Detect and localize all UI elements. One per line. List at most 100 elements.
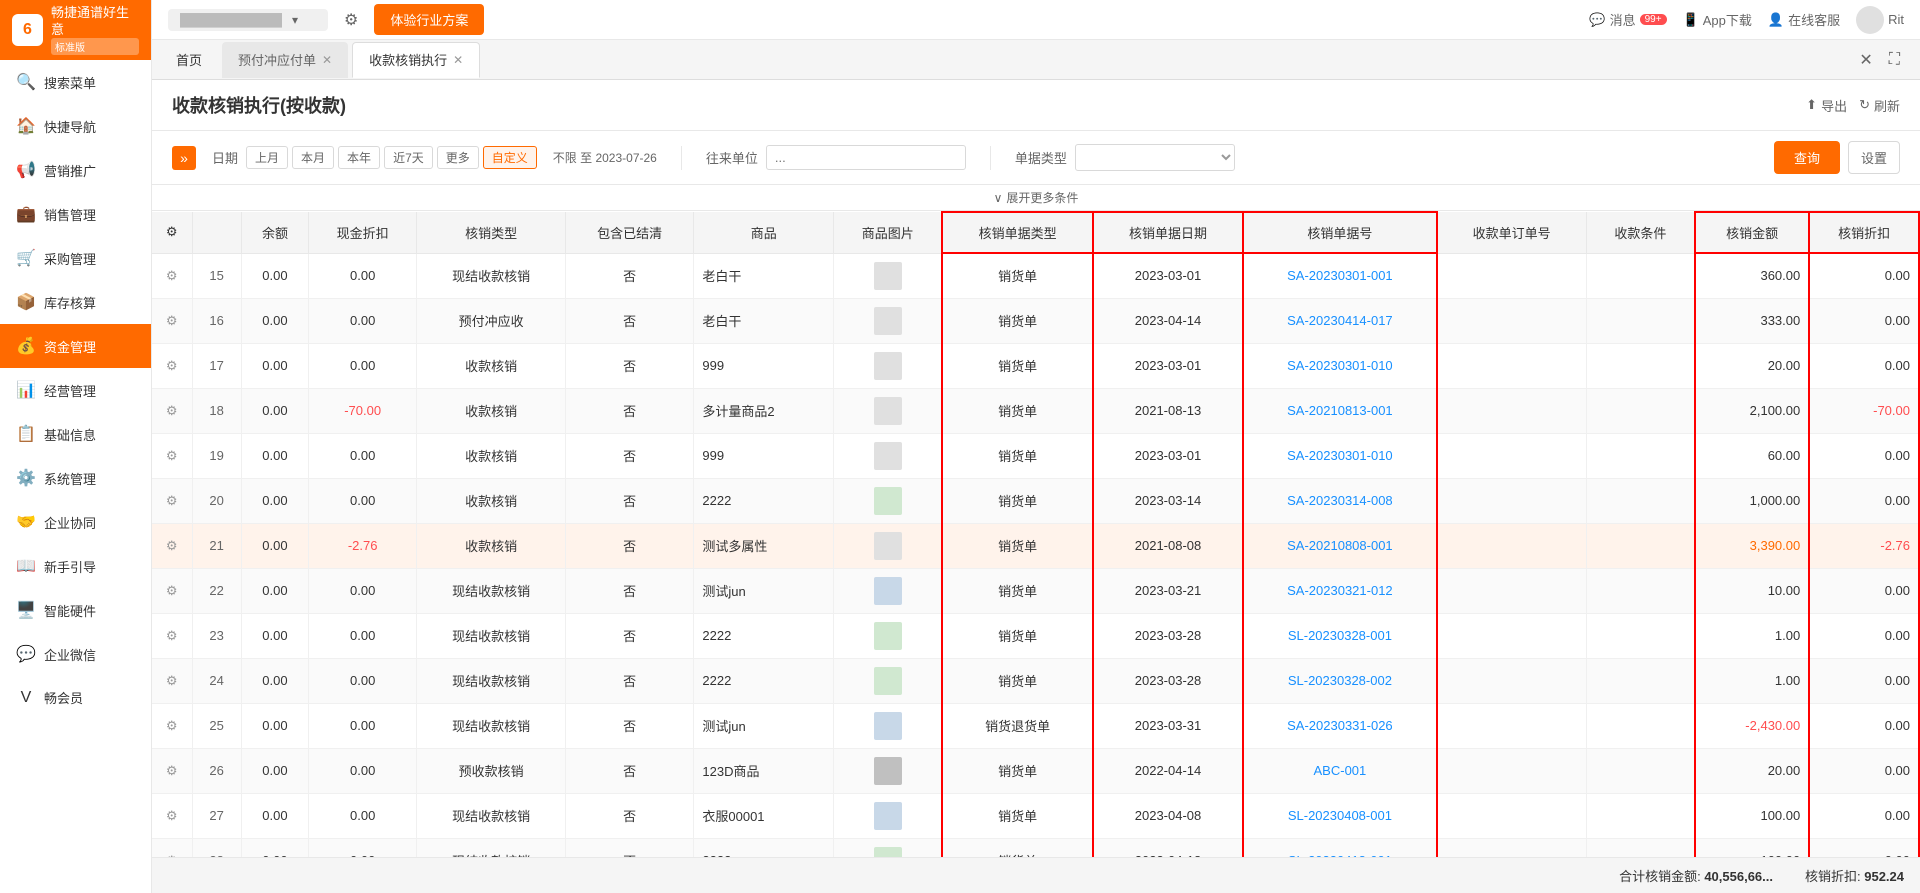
cell-balance: 0.00: [241, 343, 308, 388]
table-row[interactable]: ⚙ 17 0.00 0.00 收款核销 否 999 销货单 2023-03-01…: [152, 343, 1919, 388]
cell-verify-discount: 0.00: [1809, 613, 1919, 658]
cell-product-image: [834, 568, 943, 613]
cell-verify-bill-no[interactable]: SA-20230314-008: [1243, 478, 1436, 523]
app-download-button[interactable]: 📱 App下载: [1683, 10, 1752, 29]
cell-include-settled: 否: [565, 388, 693, 433]
cell-product: 2222: [694, 478, 834, 523]
cell-verify-bill-no[interactable]: SL-20230328-002: [1243, 658, 1436, 703]
cell-settings: ⚙: [152, 838, 192, 857]
table-row[interactable]: ⚙ 25 0.00 0.00 现结收款核销 否 测试jun 销货退货单 2023…: [152, 703, 1919, 748]
tab-collect[interactable]: 收款核销执行 ✕: [352, 42, 480, 78]
cell-verify-bill-no[interactable]: SA-20230321-012: [1243, 568, 1436, 613]
refresh-button[interactable]: ↻ 刷新: [1859, 96, 1900, 115]
service-icon: 👤: [1768, 12, 1784, 28]
collapse-button[interactable]: »: [172, 146, 196, 170]
table-row[interactable]: ⚙ 23 0.00 0.00 现结收款核销 否 2222 销货单 2023-03…: [152, 613, 1919, 658]
date-btn-custom[interactable]: 自定义: [483, 146, 537, 169]
unit-label: 往来单位: [706, 148, 758, 167]
close-icon[interactable]: ✕: [453, 53, 463, 67]
cell-cash-discount: 0.00: [309, 613, 417, 658]
cell-balance: 0.00: [241, 838, 308, 857]
cell-collect-order-no: [1437, 523, 1587, 568]
cell-verify-bill-date: 2023-04-08: [1093, 793, 1243, 838]
settings-button[interactable]: 设置: [1848, 141, 1900, 174]
sidebar-item-basic[interactable]: 📋 基础信息: [0, 412, 151, 456]
close-icon[interactable]: ✕: [322, 53, 332, 67]
table-row[interactable]: ⚙ 26 0.00 0.00 预收款核销 否 123D商品 销货单 2022-0…: [152, 748, 1919, 793]
close-window-button[interactable]: ✕: [1855, 46, 1876, 74]
sidebar-item-inventory[interactable]: 📦 库存核算: [0, 280, 151, 324]
table-row[interactable]: ⚙ 21 0.00 -2.76 收款核销 否 测试多属性 销货单 2021-08…: [152, 523, 1919, 568]
cell-verify-bill-no[interactable]: SA-20210813-001: [1243, 388, 1436, 433]
expand-more-button[interactable]: ∨ 展开更多条件: [994, 189, 1079, 206]
cell-verify-bill-no[interactable]: SA-20230331-026: [1243, 703, 1436, 748]
date-btn-more[interactable]: 更多: [437, 146, 479, 169]
sidebar-item-member[interactable]: V 畅会员: [0, 676, 151, 719]
table-row[interactable]: ⚙ 16 0.00 0.00 预付冲应收 否 老白干 销货单 2023-04-1…: [152, 298, 1919, 343]
cell-verify-bill-no[interactable]: SA-20230414-017: [1243, 298, 1436, 343]
cell-verify-bill-no[interactable]: ABC-001: [1243, 748, 1436, 793]
cell-verify-bill-type: 销货单: [942, 568, 1092, 613]
table-row[interactable]: ⚙ 28 0.00 0.00 现结收款核销 否 2222 销货单 2023-04…: [152, 838, 1919, 857]
cell-verify-bill-no[interactable]: SL-20230408-001: [1243, 793, 1436, 838]
sidebar-label: 销售管理: [44, 205, 96, 224]
online-service-button[interactable]: 👤 在线客服: [1768, 10, 1840, 29]
address-bar[interactable]: ████████████ ▾: [168, 9, 328, 31]
sidebar-item-sales[interactable]: 💼 销售管理: [0, 192, 151, 236]
gear-icon[interactable]: ⚙: [344, 10, 358, 30]
date-btn-7days[interactable]: 近7天: [384, 146, 433, 169]
sidebar-item-wechat[interactable]: 💬 企业微信: [0, 632, 151, 676]
industry-solution-button[interactable]: 体验行业方案: [374, 4, 484, 35]
table-row[interactable]: ⚙ 22 0.00 0.00 现结收款核销 否 测试jun 销货单 2023-0…: [152, 568, 1919, 613]
table-row[interactable]: ⚙ 15 0.00 0.00 现结收款核销 否 老白干 销货单 2023-03-…: [152, 253, 1919, 298]
sidebar-item-search[interactable]: 🔍 搜索菜单: [0, 60, 151, 104]
cell-verify-amount: 360.00: [1695, 253, 1809, 298]
col-header-include-settled: 包含已结清: [565, 212, 693, 253]
cell-verify-bill-no[interactable]: SA-20230301-010: [1243, 343, 1436, 388]
unit-input[interactable]: [766, 145, 966, 170]
export-button[interactable]: ⬆ 导出: [1806, 96, 1847, 115]
query-button[interactable]: 查询: [1774, 141, 1840, 174]
export-icon: ⬆: [1806, 97, 1817, 113]
col-header-verify-bill-type: 核销单据类型: [942, 212, 1092, 253]
sidebar-item-guide[interactable]: 📖 新手引导: [0, 544, 151, 588]
date-btn-last-month[interactable]: 上月: [246, 146, 288, 169]
sidebar-item-finance[interactable]: 💰 资金管理: [0, 324, 151, 368]
maximize-button[interactable]: ⛶: [1885, 46, 1904, 74]
cell-verify-bill-no[interactable]: SL-20230418-001: [1243, 838, 1436, 857]
sidebar-item-hardware[interactable]: 🖥️ 智能硬件: [0, 588, 151, 632]
sidebar-item-corp[interactable]: 🤝 企业协同: [0, 500, 151, 544]
cell-verify-amount: 10.00: [1695, 568, 1809, 613]
sidebar-item-operation[interactable]: 📊 经营管理: [0, 368, 151, 412]
cell-verify-bill-no[interactable]: SA-20230301-001: [1243, 253, 1436, 298]
table-row[interactable]: ⚙ 24 0.00 0.00 现结收款核销 否 2222 销货单 2023-03…: [152, 658, 1919, 703]
sidebar-label: 营销推广: [44, 161, 96, 180]
table-row[interactable]: ⚙ 18 0.00 -70.00 收款核销 否 多计量商品2 销货单 2021-…: [152, 388, 1919, 433]
tab-home[interactable]: 首页: [160, 42, 218, 78]
table-header-row: ⚙ 余额 现金折扣 核销类型 包含已结清 商品 商品图片 核销单据类型 核销单据…: [152, 212, 1919, 253]
sidebar-item-purchase[interactable]: 🛒 采购管理: [0, 236, 151, 280]
sidebar-item-quicknav[interactable]: 🏠 快捷导航: [0, 104, 151, 148]
page-header-actions: ⬆ 导出 ↻ 刷新: [1806, 96, 1900, 115]
cell-verify-bill-no[interactable]: SA-20210808-001: [1243, 523, 1436, 568]
cell-verify-bill-type: 销货退货单: [942, 703, 1092, 748]
table-row[interactable]: ⚙ 19 0.00 0.00 收款核销 否 999 销货单 2023-03-01…: [152, 433, 1919, 478]
messages-button[interactable]: 💬 消息 99+: [1589, 10, 1666, 29]
sidebar-item-marketing[interactable]: 📢 营销推广: [0, 148, 151, 192]
cell-verify-bill-date: 2023-03-28: [1093, 658, 1243, 703]
date-btn-this-year[interactable]: 本年: [338, 146, 380, 169]
billtype-select[interactable]: [1075, 144, 1235, 171]
tab-prepay[interactable]: 预付冲应付单 ✕: [222, 42, 348, 78]
table-row[interactable]: ⚙ 20 0.00 0.00 收款核销 否 2222 销货单 2023-03-1…: [152, 478, 1919, 523]
cell-verify-bill-no[interactable]: SL-20230328-001: [1243, 613, 1436, 658]
cell-settings: ⚙: [152, 298, 192, 343]
cell-verify-bill-no[interactable]: SA-20230301-010: [1243, 433, 1436, 478]
cell-product: 测试多属性: [694, 523, 834, 568]
date-quick-buttons: 上月 本月 本年 近7天 更多 自定义: [246, 146, 537, 169]
date-btn-this-month[interactable]: 本月: [292, 146, 334, 169]
user-menu[interactable]: Rit: [1856, 6, 1904, 34]
sidebar-item-system[interactable]: ⚙️ 系统管理: [0, 456, 151, 500]
table-footer: 合计核销金额: 40,556,66... 核销折扣: 952.24: [152, 857, 1920, 893]
cell-product: 2222: [694, 838, 834, 857]
table-row[interactable]: ⚙ 27 0.00 0.00 现结收款核销 否 衣服00001 销货单 2023…: [152, 793, 1919, 838]
